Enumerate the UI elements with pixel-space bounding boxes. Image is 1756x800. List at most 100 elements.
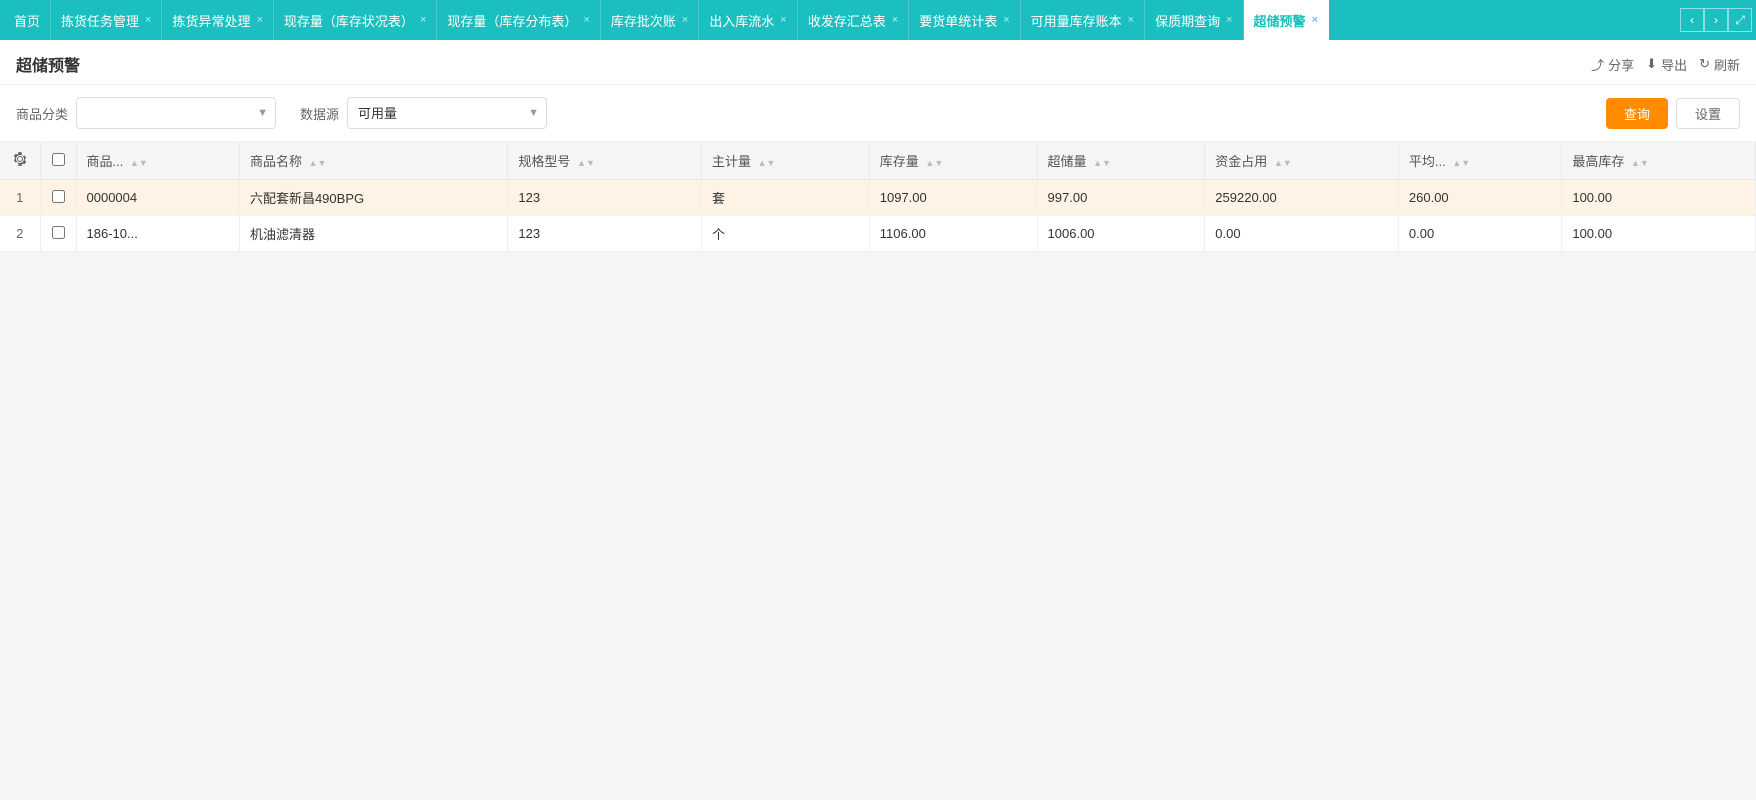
cell-product-code-1: 186-10... (76, 216, 239, 252)
sort-max-stock-icon: ▲▼ (1631, 158, 1649, 168)
cell-unit-0: 套 (702, 180, 870, 216)
sort-over-stock-icon: ▲▼ (1093, 158, 1111, 168)
sort-capital-icon: ▲▼ (1274, 158, 1292, 168)
table-header-row: 商品... ▲▼ 商品名称 ▲▼ 规格型号 ▲▼ 主计量 ▲▼ (0, 142, 1756, 180)
close-flow-icon[interactable]: × (780, 14, 786, 26)
th-product-code[interactable]: 商品... ▲▼ (76, 142, 239, 180)
export-button[interactable]: ⬇ 导出 (1646, 55, 1687, 74)
top-navigation: 首页 拣货任务管理 × 拣货异常处理 × 现存量（库存状况表） × 现存量（库存… (0, 0, 1756, 40)
th-product-name[interactable]: 商品名称 ▲▼ (239, 142, 507, 180)
data-source-filter: 数据源 可用量 库存量 ▼ (300, 97, 547, 129)
table-row: 2 186-10... 机油滤清器 123 个 1106.00 1006.00 … (0, 216, 1756, 252)
cell-over-stock-1: 1006.00 (1037, 216, 1205, 252)
cell-max-stock-0: 100.00 (1562, 180, 1756, 216)
cell-capital-1: 0.00 (1205, 216, 1399, 252)
product-category-select-wrapper: ▼ (76, 97, 276, 129)
product-category-label: 商品分类 (16, 104, 68, 123)
product-category-select[interactable] (76, 97, 276, 129)
th-stock[interactable]: 库存量 ▲▼ (869, 142, 1037, 180)
th-unit[interactable]: 主计量 ▲▼ (702, 142, 870, 180)
filter-row: 商品分类 ▼ 数据源 可用量 库存量 ▼ 查询 设置 (0, 85, 1756, 142)
data-source-select-wrapper: 可用量 库存量 ▼ (347, 97, 547, 129)
row-num-0: 1 (0, 180, 40, 216)
main-content: 超储预警 ⤴ 分享 ⬇ 导出 ↻ 刷新 商品分类 ▼ (0, 40, 1756, 252)
th-capital[interactable]: 资金占用 ▲▼ (1205, 142, 1399, 180)
set-button[interactable]: 设置 (1676, 98, 1740, 129)
data-source-label: 数据源 (300, 104, 339, 123)
sort-product-code-icon: ▲▼ (130, 158, 148, 168)
close-order-stats-icon[interactable]: × (1003, 14, 1009, 26)
th-over-stock[interactable]: 超储量 ▲▼ (1037, 142, 1205, 180)
nav-tab-picking-task[interactable]: 拣货任务管理 × (51, 0, 162, 40)
nav-tab-available[interactable]: 可用量库存账本 × (1021, 0, 1145, 40)
cell-avg-0: 260.00 (1398, 180, 1561, 216)
cell-product-name-0: 六配套新昌490BPG (239, 180, 507, 216)
gear-header-icon[interactable] (12, 151, 28, 167)
cell-capital-0: 259220.00 (1205, 180, 1399, 216)
header-actions: ⤴ 分享 ⬇ 导出 ↻ 刷新 (1591, 55, 1740, 74)
nav-tab-quality[interactable]: 保质期查询 × (1145, 0, 1243, 40)
query-button[interactable]: 查询 (1606, 98, 1668, 129)
sort-spec-icon: ▲▼ (577, 158, 595, 168)
cell-over-stock-0: 997.00 (1037, 180, 1205, 216)
nav-tab-stock-status[interactable]: 现存量（库存状况表） × (274, 0, 437, 40)
close-stock-dist-icon[interactable]: × (583, 14, 589, 26)
page-header: 超储预警 ⤴ 分享 ⬇ 导出 ↻ 刷新 (0, 40, 1756, 85)
share-icon: ⤴ (1591, 55, 1604, 74)
th-gear (0, 142, 40, 180)
cell-stock-0: 1097.00 (869, 180, 1037, 216)
nav-tab-summary[interactable]: 收发存汇总表 × (798, 0, 909, 40)
row-checkbox-col-1 (40, 216, 76, 252)
row-checkbox-col-0 (40, 180, 76, 216)
data-table: 商品... ▲▼ 商品名称 ▲▼ 规格型号 ▲▼ 主计量 ▲▼ (0, 142, 1756, 252)
nav-tab-order-stats[interactable]: 要货单统计表 × (909, 0, 1020, 40)
select-all-checkbox[interactable] (52, 153, 65, 166)
close-picking-task-icon[interactable]: × (145, 14, 151, 26)
cell-spec-0: 123 (508, 180, 702, 216)
share-button[interactable]: ⤴ 分享 (1591, 55, 1634, 74)
th-avg[interactable]: 平均... ▲▼ (1398, 142, 1561, 180)
row-checkbox-1[interactable] (52, 226, 65, 239)
nav-arrow-left[interactable]: ‹ (1680, 8, 1704, 32)
th-spec[interactable]: 规格型号 ▲▼ (508, 142, 702, 180)
cell-stock-1: 1106.00 (869, 216, 1037, 252)
close-batch-icon[interactable]: × (682, 14, 688, 26)
nav-tab-batch[interactable]: 库存批次账 × (601, 0, 699, 40)
nav-tab-stock-dist[interactable]: 现存量（库存分布表） × (437, 0, 600, 40)
nav-tab-flow[interactable]: 出入库流水 × (699, 0, 797, 40)
data-table-wrapper: 商品... ▲▼ 商品名称 ▲▼ 规格型号 ▲▼ 主计量 ▲▼ (0, 142, 1756, 252)
cell-product-code-0: 0000004 (76, 180, 239, 216)
th-checkbox (40, 142, 76, 180)
row-num-1: 2 (0, 216, 40, 252)
sort-stock-icon: ▲▼ (925, 158, 943, 168)
table-row: 1 0000004 六配套新昌490BPG 123 套 1097.00 997.… (0, 180, 1756, 216)
sort-product-name-icon: ▲▼ (309, 158, 327, 168)
close-overstock-icon[interactable]: × (1312, 14, 1318, 26)
sort-unit-icon: ▲▼ (758, 158, 776, 168)
nav-arrow-expand[interactable]: ⤢ (1728, 8, 1752, 32)
nav-tab-picking-exception[interactable]: 拣货异常处理 × (162, 0, 273, 40)
table-body: 1 0000004 六配套新昌490BPG 123 套 1097.00 997.… (0, 180, 1756, 252)
cell-unit-1: 个 (702, 216, 870, 252)
export-icon: ⬇ (1646, 56, 1657, 72)
cell-product-name-1: 机油滤清器 (239, 216, 507, 252)
close-available-icon[interactable]: × (1128, 14, 1134, 26)
close-stock-status-icon[interactable]: × (420, 14, 426, 26)
nav-tab-overstock[interactable]: 超储预警 × (1244, 0, 1329, 40)
page-title: 超储预警 (16, 52, 80, 76)
cell-spec-1: 123 (508, 216, 702, 252)
cell-avg-1: 0.00 (1398, 216, 1561, 252)
nav-tab-home[interactable]: 首页 (4, 0, 51, 40)
nav-arrow-right[interactable]: › (1704, 8, 1728, 32)
sort-avg-icon: ▲▼ (1452, 158, 1470, 168)
filter-actions: 查询 设置 (1606, 98, 1740, 129)
close-picking-exception-icon[interactable]: × (256, 14, 262, 26)
close-summary-icon[interactable]: × (892, 14, 898, 26)
close-quality-icon[interactable]: × (1226, 14, 1232, 26)
refresh-icon: ↻ (1699, 56, 1710, 72)
refresh-button[interactable]: ↻ 刷新 (1699, 55, 1740, 74)
th-max-stock[interactable]: 最高库存 ▲▼ (1562, 142, 1756, 180)
product-category-filter: 商品分类 ▼ (16, 97, 276, 129)
row-checkbox-0[interactable] (52, 190, 65, 203)
data-source-select[interactable]: 可用量 库存量 (347, 97, 547, 129)
